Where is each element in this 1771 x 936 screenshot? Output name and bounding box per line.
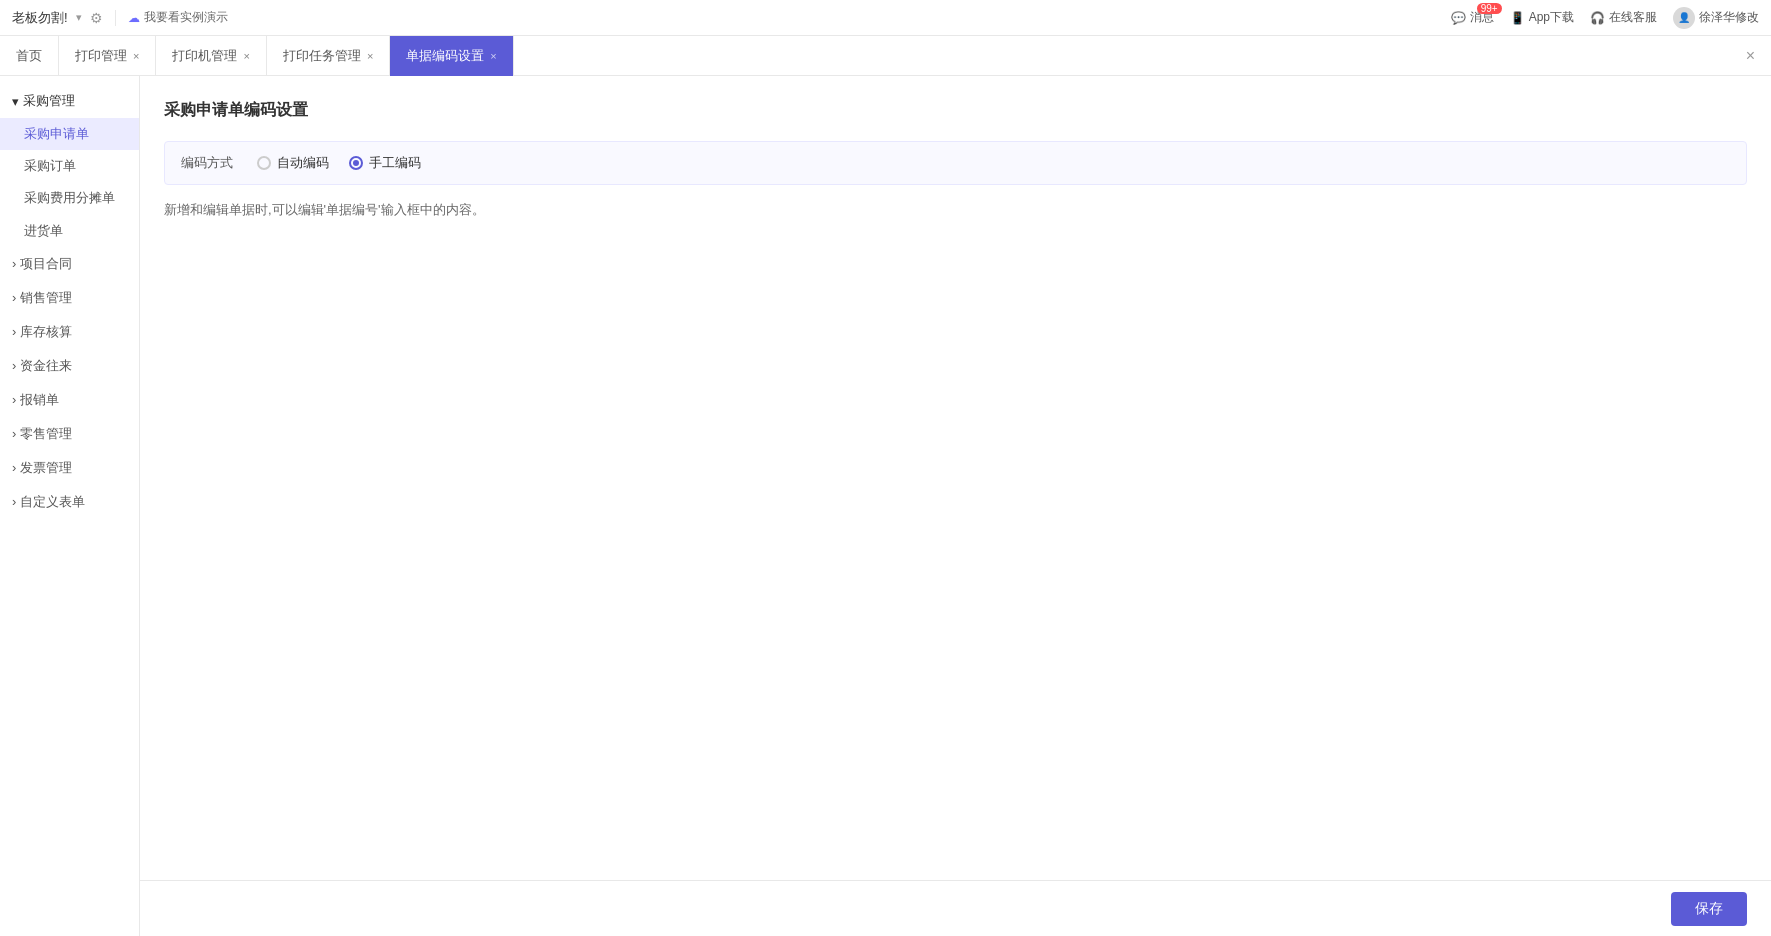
tab-bar: 首页 打印管理 × 打印机管理 × 打印任务管理 × 单据编码设置 × × bbox=[0, 36, 1771, 76]
sidebar-group-finance-label: 资金往来 bbox=[20, 357, 72, 375]
tab-document-code-label: 单据编码设置 bbox=[406, 47, 484, 65]
phone-icon: 📱 bbox=[1510, 11, 1525, 25]
settings-icon[interactable]: ⚙ bbox=[90, 10, 103, 26]
radio-group: 自动编码 手工编码 bbox=[257, 154, 421, 172]
sidebar-item-purchase-request[interactable]: 采购申请单 bbox=[0, 118, 139, 150]
sidebar-group-purchase-arrow: ▾ bbox=[12, 94, 19, 109]
headset-icon: 🎧 bbox=[1590, 11, 1605, 25]
sidebar-group-project-label: 项目合同 bbox=[20, 255, 72, 273]
sidebar-group-invoice[interactable]: › 发票管理 bbox=[0, 451, 139, 485]
sidebar-group-custom-form-label: 自定义表单 bbox=[20, 493, 85, 511]
app-download-action[interactable]: 📱 App下载 bbox=[1510, 9, 1574, 26]
tab-document-code[interactable]: 单据编码设置 × bbox=[390, 36, 513, 76]
online-service-label: 在线客服 bbox=[1609, 9, 1657, 26]
sidebar-item-purchase-order[interactable]: 采购订单 bbox=[0, 150, 139, 182]
sidebar-group-expense-arrow: › bbox=[12, 392, 16, 407]
main-layout: ▾ 采购管理 采购申请单 采购订单 采购费用分摊单 进货单 › 项目合同 › 销… bbox=[0, 76, 1771, 936]
sidebar-group-expense[interactable]: › 报销单 bbox=[0, 383, 139, 417]
sidebar-group-sales-arrow: › bbox=[12, 290, 16, 305]
sidebar-group-inventory-arrow: › bbox=[12, 324, 16, 339]
cloud-icon: ☁ bbox=[128, 11, 140, 25]
sidebar: ▾ 采购管理 采购申请单 采购订单 采购费用分摊单 进货单 › 项目合同 › 销… bbox=[0, 76, 140, 936]
radio-auto-circle bbox=[257, 156, 271, 170]
sidebar-group-sales[interactable]: › 销售管理 bbox=[0, 281, 139, 315]
sidebar-group-purchase[interactable]: ▾ 采购管理 bbox=[0, 84, 139, 118]
content-area: 采购申请单编码设置 编码方式 自动编码 手工编码 新增和编辑单据时,可以编辑'单… bbox=[140, 76, 1771, 936]
sidebar-item-purchase-receipt[interactable]: 进货单 bbox=[0, 215, 139, 247]
sidebar-group-retail[interactable]: › 零售管理 bbox=[0, 417, 139, 451]
tab-print-task-label: 打印任务管理 bbox=[283, 47, 361, 65]
message-icon: 💬 bbox=[1451, 11, 1466, 25]
tab-print-task[interactable]: 打印任务管理 × bbox=[267, 36, 390, 76]
tab-print-management-close[interactable]: × bbox=[133, 50, 139, 62]
sidebar-group-purchase-label: 采购管理 bbox=[23, 92, 75, 110]
radio-manual-circle bbox=[349, 156, 363, 170]
hint-text: 新增和编辑单据时,可以编辑'单据编号'输入框中的内容。 bbox=[164, 201, 1747, 219]
sidebar-group-inventory[interactable]: › 库存核算 bbox=[0, 315, 139, 349]
sidebar-group-custom-form-arrow: › bbox=[12, 494, 16, 509]
content-inner: 采购申请单编码设置 编码方式 自动编码 手工编码 新增和编辑单据时,可以编辑'单… bbox=[140, 76, 1771, 880]
sidebar-group-custom-form[interactable]: › 自定义表单 bbox=[0, 485, 139, 519]
sidebar-group-finance[interactable]: › 资金往来 bbox=[0, 349, 139, 383]
sidebar-group-retail-arrow: › bbox=[12, 426, 16, 441]
content-footer: 保存 bbox=[140, 880, 1771, 936]
tab-bar-close-button[interactable]: × bbox=[1746, 47, 1755, 65]
tab-print-management-label: 打印管理 bbox=[75, 47, 127, 65]
radio-auto-label: 自动编码 bbox=[277, 154, 329, 172]
top-bar-right: 💬 消息 99+ 📱 App下载 🎧 在线客服 👤 徐泽华修改 bbox=[1451, 7, 1759, 29]
sidebar-group-finance-arrow: › bbox=[12, 358, 16, 373]
message-action[interactable]: 💬 消息 99+ bbox=[1451, 9, 1494, 26]
demo-label: 我要看实例演示 bbox=[144, 9, 228, 26]
avatar: 👤 bbox=[1673, 7, 1695, 29]
page-title: 采购申请单编码设置 bbox=[164, 100, 1747, 121]
title-dropdown-icon[interactable]: ▾ bbox=[76, 11, 82, 24]
user-menu[interactable]: 👤 徐泽华修改 bbox=[1673, 7, 1759, 29]
tab-home-label: 首页 bbox=[16, 47, 42, 65]
online-service-action[interactable]: 🎧 在线客服 bbox=[1590, 9, 1657, 26]
tab-document-code-close[interactable]: × bbox=[490, 50, 496, 62]
sidebar-group-project-arrow: › bbox=[12, 256, 16, 271]
sidebar-group-invoice-label: 发票管理 bbox=[20, 459, 72, 477]
save-button[interactable]: 保存 bbox=[1671, 892, 1747, 926]
radio-manual-label: 手工编码 bbox=[369, 154, 421, 172]
top-bar: 老板勿割! ▾ ⚙ ☁ 我要看实例演示 💬 消息 99+ 📱 App下载 🎧 在… bbox=[0, 0, 1771, 36]
sidebar-group-sales-label: 销售管理 bbox=[20, 289, 72, 307]
app-download-label: App下载 bbox=[1529, 9, 1574, 26]
sidebar-group-inventory-label: 库存核算 bbox=[20, 323, 72, 341]
encoding-row: 编码方式 自动编码 手工编码 bbox=[164, 141, 1747, 185]
tab-printer-management-close[interactable]: × bbox=[243, 50, 249, 62]
encoding-label: 编码方式 bbox=[181, 154, 241, 172]
tab-printer-management-label: 打印机管理 bbox=[172, 47, 237, 65]
sidebar-group-expense-label: 报销单 bbox=[20, 391, 59, 409]
tab-print-management[interactable]: 打印管理 × bbox=[59, 36, 156, 76]
demo-link[interactable]: ☁ 我要看实例演示 bbox=[128, 9, 228, 26]
username-label: 徐泽华修改 bbox=[1699, 9, 1759, 26]
message-badge: 99+ bbox=[1477, 3, 1502, 14]
sidebar-group-retail-label: 零售管理 bbox=[20, 425, 72, 443]
radio-manual-code[interactable]: 手工编码 bbox=[349, 154, 421, 172]
sidebar-group-invoice-arrow: › bbox=[12, 460, 16, 475]
sidebar-group-project[interactable]: › 项目合同 bbox=[0, 247, 139, 281]
tab-print-task-close[interactable]: × bbox=[367, 50, 373, 62]
tab-printer-management[interactable]: 打印机管理 × bbox=[156, 36, 266, 76]
tab-home[interactable]: 首页 bbox=[0, 36, 59, 76]
divider bbox=[115, 10, 116, 26]
sidebar-item-purchase-expense[interactable]: 采购费用分摊单 bbox=[0, 182, 139, 214]
app-title: 老板勿割! bbox=[12, 9, 68, 27]
top-bar-left: 老板勿割! ▾ ⚙ ☁ 我要看实例演示 bbox=[12, 9, 228, 27]
radio-auto-code[interactable]: 自动编码 bbox=[257, 154, 329, 172]
